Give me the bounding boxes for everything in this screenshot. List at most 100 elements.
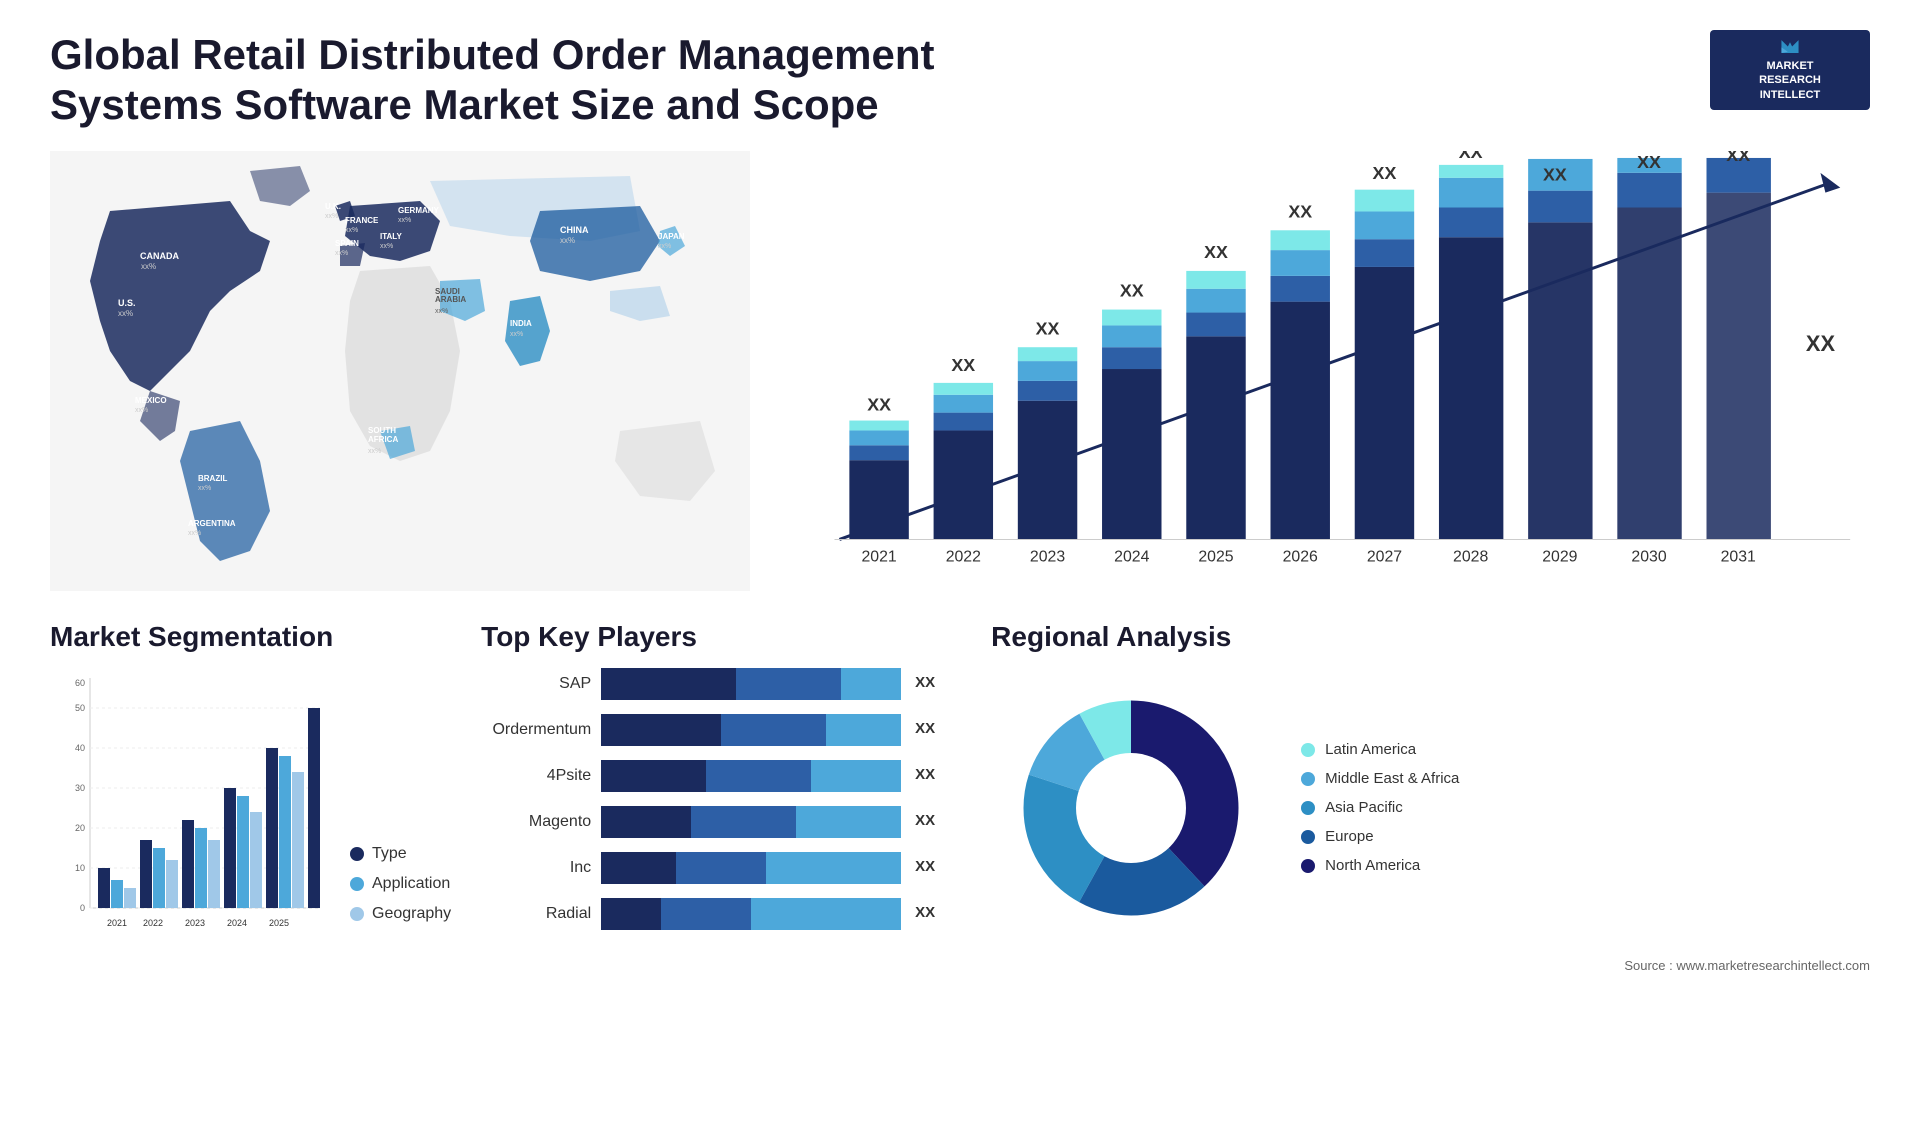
player-row: 4Psite XX (481, 760, 961, 792)
regional-legend-item-europe: Europe (1301, 828, 1459, 845)
player-bar-wrap: XX (601, 714, 961, 746)
svg-text:MEXICO: MEXICO (135, 396, 167, 405)
svg-text:SPAIN: SPAIN (335, 239, 359, 248)
logo-icon (1770, 38, 1810, 55)
regional-legend-item-latin: Latin America (1301, 741, 1459, 758)
player-name: Magento (481, 813, 591, 831)
player-bar-segment (826, 714, 901, 746)
svg-text:xx%: xx% (510, 331, 523, 338)
svg-text:xx%: xx% (345, 227, 358, 234)
svg-text:10: 10 (75, 863, 85, 873)
svg-text:XX: XX (1459, 151, 1483, 162)
player-bar-bg (601, 852, 901, 884)
svg-text:XX: XX (1637, 152, 1661, 172)
player-bar-segment (691, 806, 796, 838)
player-name: SAP (481, 675, 591, 693)
player-row: Radial XX (481, 898, 961, 930)
page-title: Global Retail Distributed Order Manageme… (50, 30, 950, 131)
svg-text:GERMANY: GERMANY (398, 206, 440, 215)
bar-chart-section: XX XX XX XX (780, 151, 1870, 591)
svg-text:BRAZIL: BRAZIL (198, 474, 227, 483)
svg-text:0: 0 (80, 903, 85, 913)
regional-legend-item-mea: Middle East & Africa (1301, 770, 1459, 787)
svg-text:2022: 2022 (143, 918, 163, 928)
svg-text:2027: 2027 (1367, 548, 1402, 565)
player-row: Ordermentum XX (481, 714, 961, 746)
legend-dot-application (350, 877, 364, 891)
players-title: Top Key Players (481, 621, 961, 653)
segmentation-title: Market Segmentation (50, 621, 451, 653)
svg-text:xx%: xx% (118, 309, 133, 318)
player-name: Radial (481, 905, 591, 923)
svg-text:2023: 2023 (185, 918, 205, 928)
svg-text:JAPAN: JAPAN (658, 232, 685, 241)
player-row: Magento XX (481, 806, 961, 838)
player-label: XX (915, 812, 935, 829)
player-name: Ordermentum (481, 721, 591, 739)
regional-legend-item-na: North America (1301, 857, 1459, 874)
player-label: XX (915, 674, 935, 691)
regional-title: Regional Analysis (991, 621, 1870, 653)
player-label: XX (915, 858, 935, 875)
player-label: XX (915, 766, 935, 783)
svg-text:xx%: xx% (188, 530, 201, 537)
svg-text:xx%: xx% (398, 217, 411, 224)
svg-text:2022: 2022 (946, 548, 981, 565)
svg-text:XX: XX (867, 394, 891, 414)
player-bar-segment (736, 668, 841, 700)
svg-text:xx%: xx% (560, 236, 575, 245)
svg-text:2028: 2028 (1453, 548, 1488, 565)
regional-dot-latin (1301, 743, 1315, 757)
regional-label-latin: Latin America (1325, 741, 1416, 758)
player-bar-segment (721, 714, 826, 746)
logo-area: MARKET RESEARCH INTELLECT (1710, 30, 1870, 110)
player-bar-segment (751, 898, 901, 930)
player-bar-segment (601, 852, 676, 884)
svg-text:2025: 2025 (269, 918, 289, 928)
player-name: Inc (481, 859, 591, 877)
player-bar-segment (796, 806, 901, 838)
regional-label-mea: Middle East & Africa (1325, 770, 1459, 787)
player-bar-wrap: XX (601, 668, 961, 700)
players-section: Top Key Players SAPXXOrdermentumXX4Psite… (481, 621, 961, 944)
svg-text:2026: 2026 (1283, 548, 1318, 565)
svg-text:50: 50 (75, 703, 85, 713)
player-bar-wrap: XX (601, 760, 961, 792)
player-label: XX (915, 720, 935, 737)
player-bar-segment (601, 806, 691, 838)
player-name: 4Psite (481, 767, 591, 785)
header: Global Retail Distributed Order Manageme… (50, 30, 1870, 131)
svg-text:XX: XX (1288, 201, 1312, 221)
svg-text:2031: 2031 (1721, 548, 1756, 565)
svg-text:2021: 2021 (861, 548, 896, 565)
svg-text:30: 30 (75, 783, 85, 793)
player-bar-wrap: XX (601, 806, 961, 838)
donut-svg (991, 668, 1271, 948)
top-row: CANADA xx% U.S. xx% MEXICO xx% BRAZIL xx… (50, 151, 1870, 591)
regional-section: Regional Analysis (991, 621, 1870, 973)
player-bar-bg (601, 760, 901, 792)
svg-text:FRANCE: FRANCE (345, 216, 379, 225)
svg-text:2021: 2021 (107, 918, 127, 928)
svg-text:xx%: xx% (368, 448, 381, 455)
svg-text:2023: 2023 (1030, 548, 1065, 565)
regional-dot-mea (1301, 772, 1315, 786)
map-section: CANADA xx% U.S. xx% MEXICO xx% BRAZIL xx… (50, 151, 750, 591)
regional-label-apac: Asia Pacific (1325, 799, 1403, 816)
svg-text:2025: 2025 (1198, 548, 1233, 565)
segmentation-section: Market Segmentation (50, 621, 451, 953)
legend-dot-type (350, 847, 364, 861)
svg-text:2029: 2029 (1542, 548, 1577, 565)
regional-legend-item-apac: Asia Pacific (1301, 799, 1459, 816)
svg-text:ARGENTINA: ARGENTINA (188, 519, 236, 528)
regional-dot-na (1301, 859, 1315, 873)
bottom-row: Market Segmentation (50, 621, 1870, 973)
player-bar-wrap: XX (601, 898, 961, 930)
player-bar-segment (601, 714, 721, 746)
svg-text:XX: XX (1543, 165, 1567, 185)
page-container: Global Retail Distributed Order Manageme… (0, 0, 1920, 1146)
svg-text:XX: XX (1036, 318, 1060, 338)
svg-text:20: 20 (75, 823, 85, 833)
player-bar-segment (766, 852, 901, 884)
player-bar-segment (601, 760, 706, 792)
